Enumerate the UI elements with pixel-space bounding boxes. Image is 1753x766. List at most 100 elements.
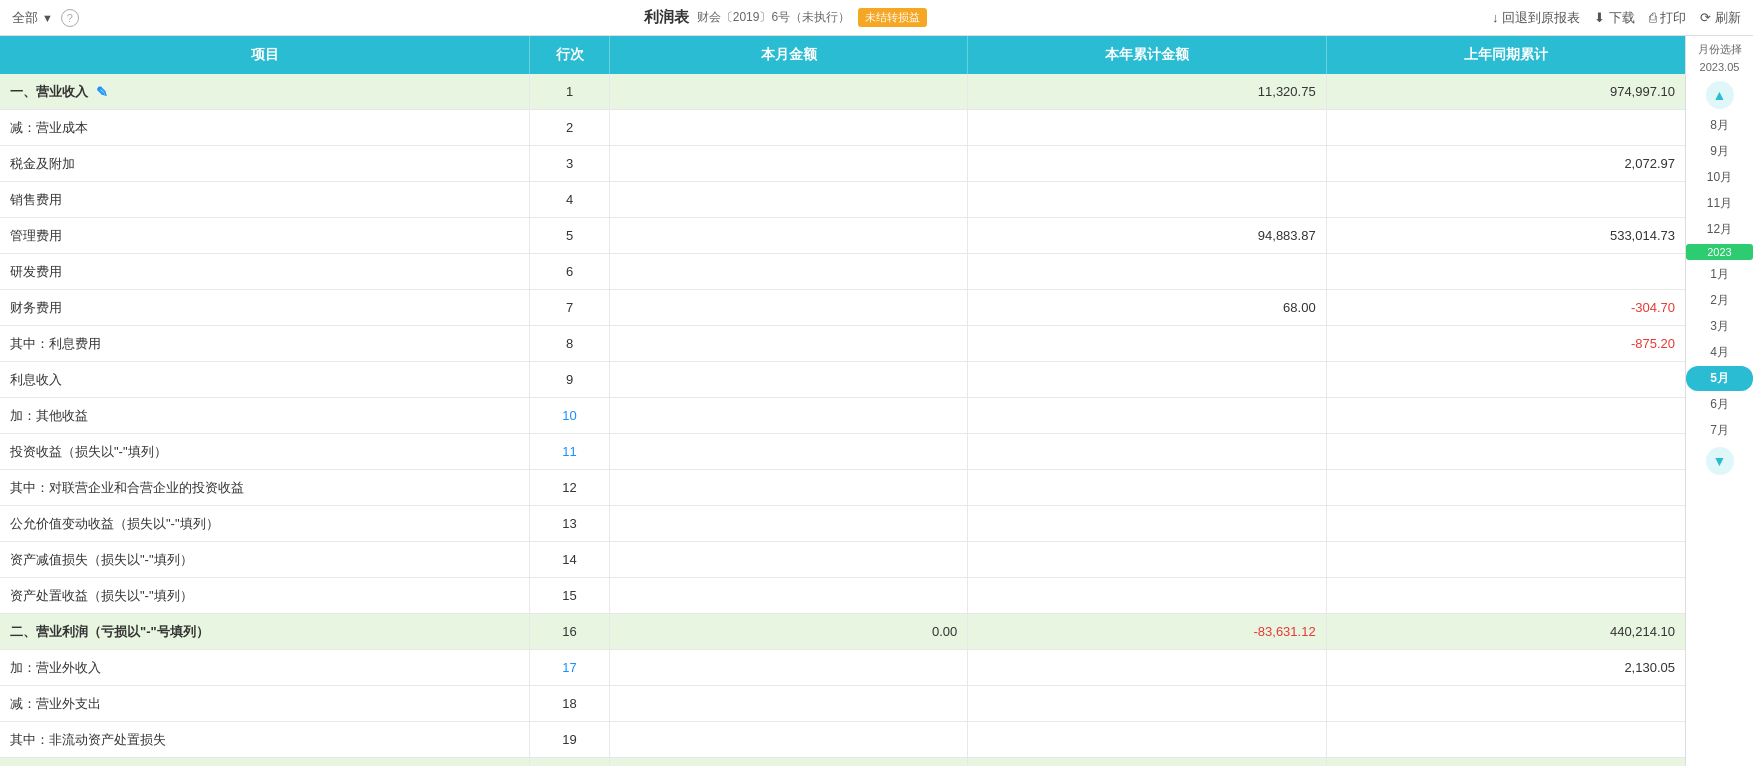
- row-number[interactable]: 11: [530, 434, 610, 469]
- table-row: 研发费用 6: [0, 254, 1685, 290]
- table-area: 项目 行次 本月金额 本年累计金额 上年同期累计 一、营业收入 ✎ 1 11,3…: [0, 36, 1685, 766]
- row-prev-year: [1327, 686, 1685, 721]
- edit-icon[interactable]: ✎: [96, 84, 108, 100]
- month-item-9[interactable]: 9月: [1686, 139, 1753, 164]
- row-number[interactable]: 17: [530, 650, 610, 685]
- table-row: 公允价值变动收益（损失以"-"填列） 13: [0, 506, 1685, 542]
- month-item-6[interactable]: 6月: [1686, 392, 1753, 417]
- back-button[interactable]: ↓ 回退到原报表: [1492, 9, 1580, 27]
- top-bar: 全部 ▼ ? 利润表 财会〔2019〕6号（未执行） 未结转损益 ↓ 回退到原报…: [0, 0, 1753, 36]
- dropdown-arrow-icon: ▼: [42, 12, 53, 24]
- col-header-year: 本年累计金额: [968, 36, 1326, 74]
- sidebar-date: 2023.05: [1700, 61, 1740, 73]
- row-year: [968, 182, 1326, 217]
- top-bar-right: ↓ 回退到原报表 ⬇ 下载 ⎙ 打印 ⟳ 刷新: [1492, 9, 1741, 27]
- row-year: [968, 506, 1326, 541]
- row-prev-year: [1327, 362, 1685, 397]
- row-label: 公允价值变动收益（损失以"-"填列）: [0, 506, 530, 541]
- row-year: [968, 578, 1326, 613]
- table-row: 三、利润总额（亏损总额以"-"号填列） 20 0.00 -83,631.12 4…: [0, 758, 1685, 766]
- row-number: 2: [530, 110, 610, 145]
- row-year: 68.00: [968, 290, 1326, 325]
- row-month: 0.00: [610, 614, 968, 649]
- row-month: [610, 470, 968, 505]
- table-row: 减：营业成本 2: [0, 110, 1685, 146]
- table-row: 财务费用 7 68.00 -304.70: [0, 290, 1685, 326]
- row-prev-year: 533,014.73: [1327, 218, 1685, 253]
- row-label: 税金及附加: [0, 146, 530, 181]
- table-row: 二、营业利润（亏损以"-"号填列） 16 0.00 -83,631.12 440…: [0, 614, 1685, 650]
- row-prev-year: [1327, 542, 1685, 577]
- row-year: [968, 542, 1326, 577]
- print-button[interactable]: ⎙ 打印: [1649, 9, 1687, 27]
- col-header-month: 本月金额: [610, 36, 968, 74]
- table-row: 销售费用 4: [0, 182, 1685, 218]
- table-row: 减：营业外支出 18: [0, 686, 1685, 722]
- row-year: [968, 146, 1326, 181]
- month-item-12[interactable]: 12月: [1686, 217, 1753, 242]
- row-year: [968, 650, 1326, 685]
- row-number[interactable]: 10: [530, 398, 610, 433]
- row-number: 18: [530, 686, 610, 721]
- row-year: -83,631.12: [968, 758, 1326, 766]
- table-row: 其中：对联营企业和合营企业的投资收益 12: [0, 470, 1685, 506]
- row-prev-year: [1327, 110, 1685, 145]
- row-prev-year: 442,344.15: [1327, 758, 1685, 766]
- status-badge: 未结转损益: [858, 8, 927, 27]
- month-item-4[interactable]: 4月: [1686, 340, 1753, 365]
- row-month: [610, 362, 968, 397]
- row-number: 19: [530, 722, 610, 757]
- row-year: 11,320.75: [968, 74, 1326, 109]
- refresh-button[interactable]: ⟳ 刷新: [1700, 9, 1741, 27]
- row-prev-year: 440,214.10: [1327, 614, 1685, 649]
- row-year: [968, 110, 1326, 145]
- month-item-10[interactable]: 10月: [1686, 165, 1753, 190]
- table-row: 加：营业外收入 17 2,130.05: [0, 650, 1685, 686]
- help-icon[interactable]: ?: [61, 9, 79, 27]
- row-month: [610, 434, 968, 469]
- row-prev-year: [1327, 506, 1685, 541]
- row-label: 一、营业收入 ✎: [0, 74, 530, 109]
- scope-dropdown[interactable]: 全部 ▼: [12, 9, 53, 27]
- row-year: 94,883.87: [968, 218, 1326, 253]
- scroll-up-button[interactable]: ▲: [1706, 81, 1734, 109]
- row-label: 减：营业成本: [0, 110, 530, 145]
- row-label: 管理费用: [0, 218, 530, 253]
- table-row: 一、营业收入 ✎ 1 11,320.75 974,997.10: [0, 74, 1685, 110]
- row-number: 9: [530, 362, 610, 397]
- page-title: 利润表: [644, 8, 689, 27]
- row-prev-year: 2,072.97: [1327, 146, 1685, 181]
- month-item-5[interactable]: 5月: [1686, 366, 1753, 391]
- row-label: 加：营业外收入: [0, 650, 530, 685]
- month-item-8[interactable]: 8月: [1686, 113, 1753, 138]
- curr-year-months: 1月 2月 3月 4月 5月 6月 7月: [1686, 262, 1753, 443]
- row-month: 0.00: [610, 758, 968, 766]
- row-year: [968, 686, 1326, 721]
- download-button[interactable]: ⬇ 下载: [1594, 9, 1635, 27]
- row-month: [610, 218, 968, 253]
- table-row: 其中：非流动资产处置损失 19: [0, 722, 1685, 758]
- month-item-2[interactable]: 2月: [1686, 288, 1753, 313]
- scroll-down-button[interactable]: ▼: [1706, 447, 1734, 475]
- table-row: 管理费用 5 94,883.87 533,014.73: [0, 218, 1685, 254]
- row-month: [610, 182, 968, 217]
- row-label: 其中：利息费用: [0, 326, 530, 361]
- row-prev-year: [1327, 254, 1685, 289]
- month-item-11[interactable]: 11月: [1686, 191, 1753, 216]
- col-header-prev: 上年同期累计: [1327, 36, 1685, 74]
- month-item-3[interactable]: 3月: [1686, 314, 1753, 339]
- row-prev-year: [1327, 434, 1685, 469]
- row-prev-year: [1327, 722, 1685, 757]
- row-year: [968, 254, 1326, 289]
- row-number: 4: [530, 182, 610, 217]
- row-prev-year: [1327, 182, 1685, 217]
- row-month: [610, 290, 968, 325]
- row-number: 12: [530, 470, 610, 505]
- month-item-1[interactable]: 1月: [1686, 262, 1753, 287]
- row-prev-year: -304.70: [1327, 290, 1685, 325]
- row-month: [610, 650, 968, 685]
- row-number: 20: [530, 758, 610, 766]
- month-sidebar: 月份选择 2023.05 ▲ 8月 9月 10月 11月 12月 2023 1月…: [1685, 36, 1753, 766]
- row-month: [610, 578, 968, 613]
- month-item-7[interactable]: 7月: [1686, 418, 1753, 443]
